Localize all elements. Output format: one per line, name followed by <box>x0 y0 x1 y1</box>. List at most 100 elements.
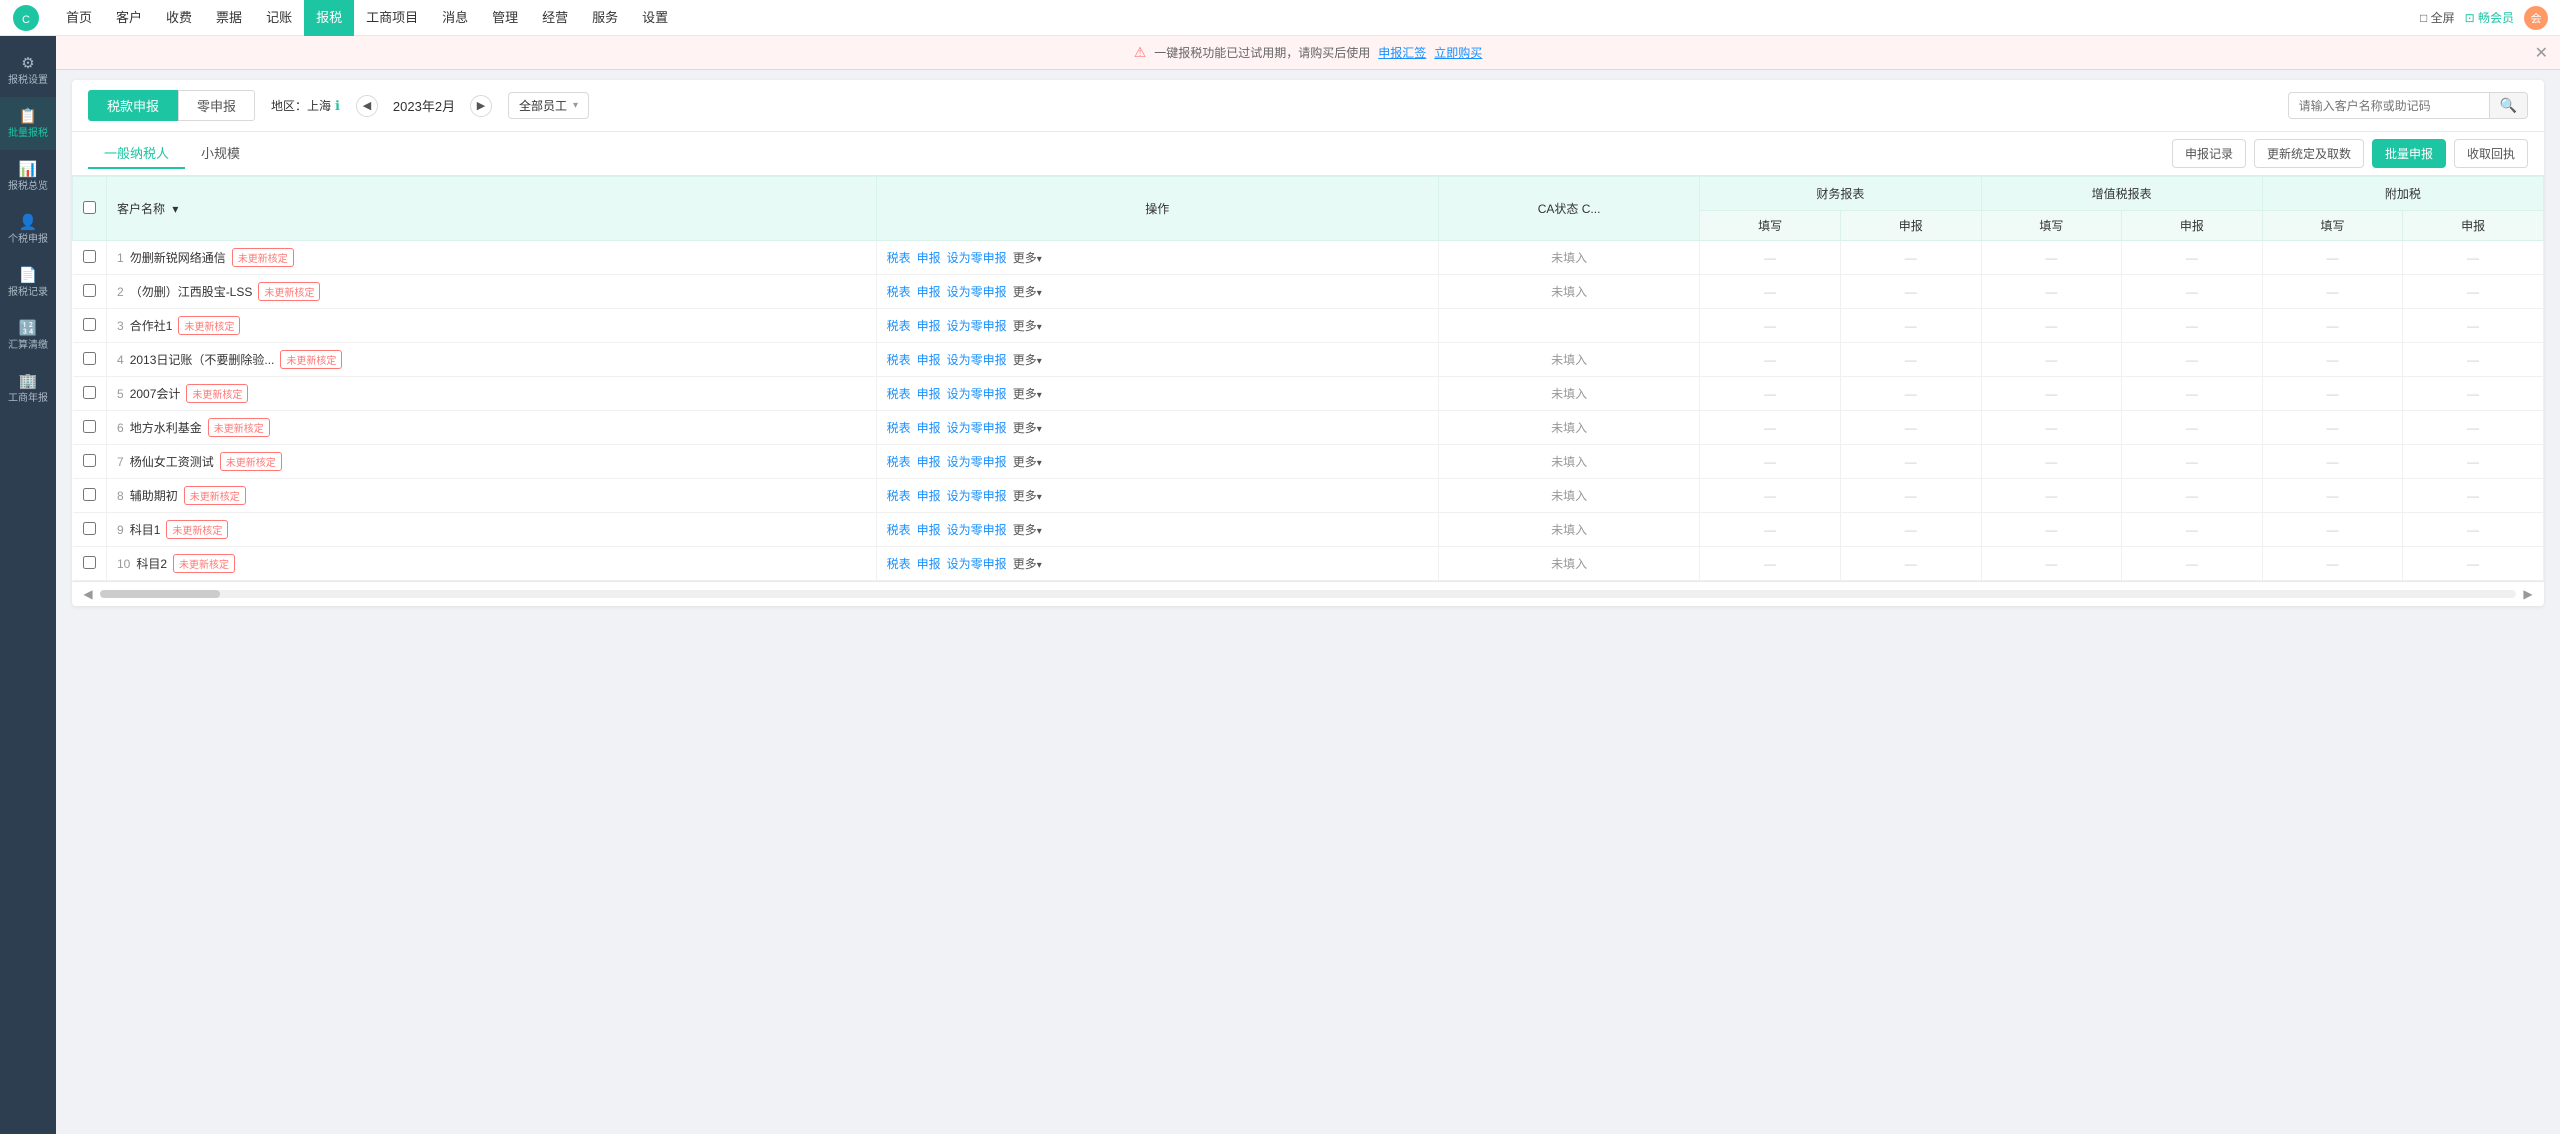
scroll-right-arrow[interactable]: ▶ <box>2520 586 2536 602</box>
row-checkbox[interactable] <box>83 250 96 263</box>
op-link-设为零申报[interactable]: 设为零申报 <box>947 523 1007 537</box>
sidebar-item-annual-report[interactable]: 🏢 工商年报 <box>0 362 56 415</box>
scroll-left-arrow[interactable]: ◀ <box>80 586 96 602</box>
op-link-申报[interactable]: 申报 <box>917 557 941 571</box>
nav-item-operation[interactable]: 经营 <box>530 0 580 36</box>
op-link-设为零申报[interactable]: 设为零申报 <box>947 285 1007 299</box>
more-action-btn[interactable]: 更多▾ <box>1013 387 1042 401</box>
sidebar-item-batch-tax[interactable]: 📋 批量报税 <box>0 97 56 150</box>
date-next-btn[interactable]: ▶ <box>470 95 492 117</box>
data-cell: — <box>2122 411 2263 445</box>
shouhui-btn[interactable]: 收取回执 <box>2454 139 2528 168</box>
more-action-btn[interactable]: 更多▾ <box>1013 421 1042 435</box>
nav-item-business[interactable]: 工商项目 <box>354 0 430 36</box>
row-checkbox[interactable] <box>83 556 96 569</box>
op-link-申报[interactable]: 申报 <box>917 489 941 503</box>
location-info-icon[interactable]: ℹ <box>335 98 340 114</box>
op-link-设为零申报[interactable]: 设为零申报 <box>947 489 1007 503</box>
op-link-税表[interactable]: 税表 <box>887 251 911 265</box>
fullscreen-btn[interactable]: □ 全屏 <box>2420 9 2455 26</box>
op-link-申报[interactable]: 申报 <box>917 285 941 299</box>
more-action-btn[interactable]: 更多▾ <box>1013 251 1042 265</box>
op-link-税表[interactable]: 税表 <box>887 387 911 401</box>
avatar[interactable]: 会 <box>2524 6 2548 30</box>
piliang-btn[interactable]: 批量申报 <box>2372 139 2446 168</box>
sort-icon[interactable]: ▾ <box>172 202 178 216</box>
op-link-设为零申报[interactable]: 设为零申报 <box>947 387 1007 401</box>
sidebar-item-personal-tax[interactable]: 👤 个税申报 <box>0 203 56 256</box>
nav-item-manage[interactable]: 管理 <box>480 0 530 36</box>
sidebar-item-label: 批量报税 <box>8 128 48 140</box>
date-prev-btn[interactable]: ◀ <box>356 95 378 117</box>
op-link-申报[interactable]: 申报 <box>917 387 941 401</box>
more-action-btn[interactable]: 更多▾ <box>1013 489 1042 503</box>
tab-zero-declare[interactable]: 零申报 <box>178 90 255 121</box>
gengxin-btn[interactable]: 更新统定及取数 <box>2254 139 2364 168</box>
nav-item-settings[interactable]: 设置 <box>630 0 680 36</box>
more-action-btn[interactable]: 更多▾ <box>1013 557 1042 571</box>
row-checkbox[interactable] <box>83 488 96 501</box>
sidebar-item-reconciliation[interactable]: 🔢 汇算清缴 <box>0 309 56 362</box>
op-link-税表[interactable]: 税表 <box>887 489 911 503</box>
row-checkbox[interactable] <box>83 386 96 399</box>
nav-item-accounting[interactable]: 记账 <box>254 0 304 36</box>
op-link-设为零申报[interactable]: 设为零申报 <box>947 319 1007 333</box>
op-link-申报[interactable]: 申报 <box>917 455 941 469</box>
sidebar-item-tax-records[interactable]: 📄 报税记录 <box>0 256 56 309</box>
shenbaojilu-btn[interactable]: 申报记录 <box>2172 139 2246 168</box>
op-link-设为零申报[interactable]: 设为零申报 <box>947 251 1007 265</box>
op-link-税表[interactable]: 税表 <box>887 285 911 299</box>
sidebar: ⚙ 报税设置 📋 批量报税 📊 报税总览 👤 个税申报 📄 报税记录 🔢 汇算清… <box>0 36 56 1134</box>
op-link-税表[interactable]: 税表 <box>887 557 911 571</box>
subtab-general[interactable]: 一般纳税人 <box>88 138 185 169</box>
banner-link-report[interactable]: 申报汇签 <box>1378 44 1426 61</box>
sidebar-item-tax-overview[interactable]: 📊 报税总览 <box>0 150 56 203</box>
tab-tax-declare[interactable]: 税款申报 <box>88 90 178 121</box>
banner-close-btn[interactable]: ✕ <box>2535 43 2548 63</box>
nav-item-fee[interactable]: 收费 <box>154 0 204 36</box>
op-link-申报[interactable]: 申报 <box>917 421 941 435</box>
banner-link-buy[interactable]: 立即购买 <box>1434 44 1482 61</box>
dept-select[interactable]: 全部员工 ▾ <box>508 92 589 119</box>
nav-item-customer[interactable]: 客户 <box>104 0 154 36</box>
search-input[interactable] <box>2289 95 2489 117</box>
more-action-btn[interactable]: 更多▾ <box>1013 319 1042 333</box>
op-link-税表[interactable]: 税表 <box>887 353 911 367</box>
more-action-btn[interactable]: 更多▾ <box>1013 455 1042 469</box>
search-btn[interactable]: 🔍 <box>2489 93 2527 118</box>
row-checkbox[interactable] <box>83 420 96 433</box>
nav-item-home[interactable]: 首页 <box>54 0 104 36</box>
data-cell: — <box>2262 275 2403 309</box>
row-checkbox[interactable] <box>83 522 96 535</box>
op-link-申报[interactable]: 申报 <box>917 523 941 537</box>
row-checkbox[interactable] <box>83 352 96 365</box>
op-link-设为零申报[interactable]: 设为零申报 <box>947 455 1007 469</box>
op-link-设为零申报[interactable]: 设为零申报 <box>947 353 1007 367</box>
op-link-税表[interactable]: 税表 <box>887 319 911 333</box>
op-link-申报[interactable]: 申报 <box>917 353 941 367</box>
op-link-设为零申报[interactable]: 设为零申报 <box>947 557 1007 571</box>
more-action-btn[interactable]: 更多▾ <box>1013 353 1042 367</box>
op-link-税表[interactable]: 税表 <box>887 421 911 435</box>
sidebar-item-tax-settings[interactable]: ⚙ 报税设置 <box>0 44 56 97</box>
op-link-申报[interactable]: 申报 <box>917 251 941 265</box>
op-link-申报[interactable]: 申报 <box>917 319 941 333</box>
subtab-small[interactable]: 小规模 <box>185 138 256 169</box>
row-checkbox[interactable] <box>83 284 96 297</box>
table-row: 8辅助期初未更新核定税表申报设为零申报更多▾未填入—————— <box>73 479 2544 513</box>
nav-item-tax[interactable]: 报税 <box>304 0 354 36</box>
row-checkbox[interactable] <box>83 318 96 331</box>
scroll-thumb[interactable] <box>100 590 220 598</box>
nav-item-service[interactable]: 服务 <box>580 0 630 36</box>
select-all-checkbox[interactable] <box>83 201 96 214</box>
row-checkbox[interactable] <box>83 454 96 467</box>
client-name: 科目1 <box>130 523 161 537</box>
op-link-设为零申报[interactable]: 设为零申报 <box>947 421 1007 435</box>
nav-item-message[interactable]: 消息 <box>430 0 480 36</box>
op-link-税表[interactable]: 税表 <box>887 523 911 537</box>
op-link-税表[interactable]: 税表 <box>887 455 911 469</box>
more-action-btn[interactable]: 更多▾ <box>1013 523 1042 537</box>
nav-item-invoice[interactable]: 票据 <box>204 0 254 36</box>
more-action-btn[interactable]: 更多▾ <box>1013 285 1042 299</box>
premium-btn[interactable]: ⊡ 畅会员 <box>2465 9 2514 26</box>
